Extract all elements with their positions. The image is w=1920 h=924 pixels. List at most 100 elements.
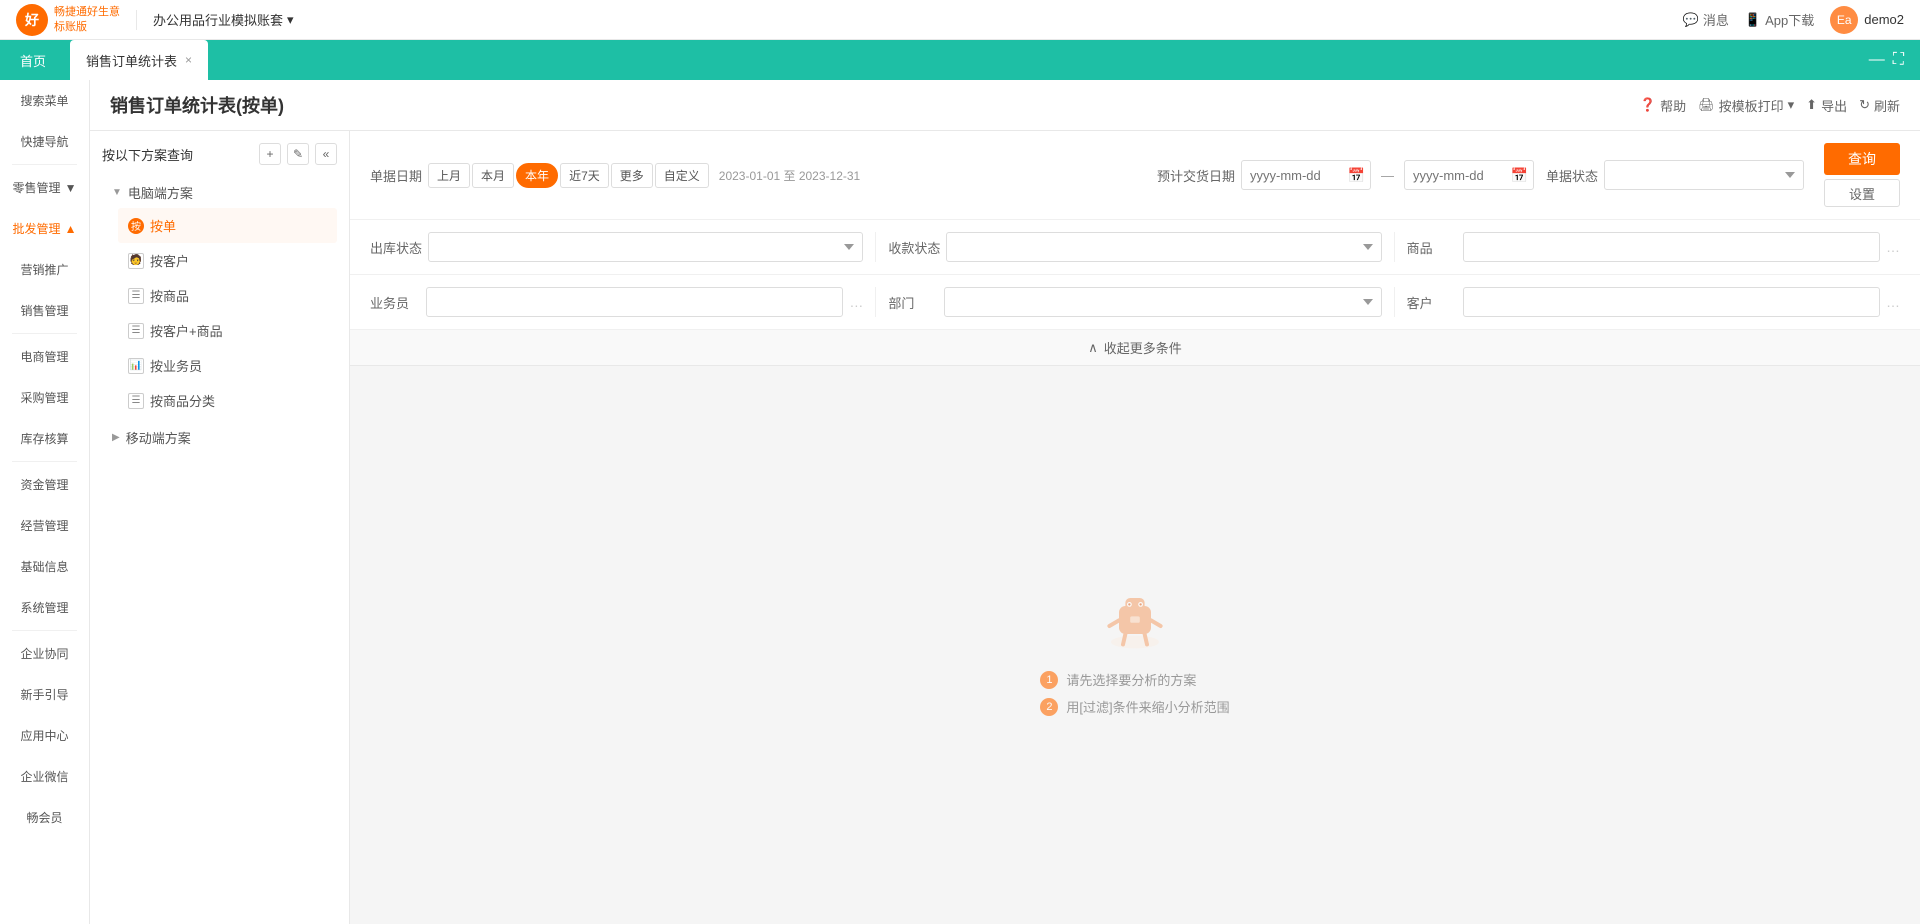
scheme-item-icon-order: 按: [128, 218, 144, 234]
tab-home[interactable]: 首页: [0, 40, 66, 80]
sidebar-item-finance[interactable]: 资金管理: [0, 464, 89, 505]
scheme-group-header-desktop[interactable]: ▼ 电脑端方案: [102, 177, 337, 208]
ship-status-select[interactable]: [428, 232, 863, 262]
sidebar-item-inventory[interactable]: 库存核算: [0, 418, 89, 459]
scheme-item-by-order[interactable]: 按 按单: [118, 208, 337, 243]
product-input[interactable]: [1463, 232, 1880, 262]
sidebar-item-enterprise[interactable]: 企业协同: [0, 633, 89, 674]
date-btn-last-7[interactable]: 近7天: [560, 163, 609, 188]
sidebar-item-system[interactable]: 系统管理: [0, 587, 89, 628]
sidebar-item-purchase[interactable]: 采购管理: [0, 377, 89, 418]
sidebar-item-retail[interactable]: 零售管理 ▼: [0, 167, 89, 208]
customer-label: 客户: [1407, 293, 1457, 312]
scheme-item-icon-product: ☰: [128, 288, 144, 304]
forecast-date-group: 预计交货日期 📅 — 📅: [1157, 160, 1534, 190]
print-dropdown-icon: ▾: [1788, 97, 1795, 113]
scheme-panel-actions: + ✎ «: [259, 143, 337, 165]
query-btn[interactable]: 查询: [1824, 143, 1900, 175]
date-input-start[interactable]: [1241, 160, 1371, 190]
scheme-group-children: 按 按单 🧑 按客户 ☰ 按商品 ☰ 按: [102, 208, 337, 418]
scheme-panel: 按以下方案查询 + ✎ «: [90, 131, 350, 924]
scheme-panel-header: 按以下方案查询 + ✎ «: [102, 143, 337, 165]
scheme-item-by-customer-product[interactable]: ☰ 按客户+商品: [118, 313, 337, 348]
content-area: 销售订单统计表(按单) ❓ 帮助 🖨 按模板打印 ▾ ⬆ 导出 ↻ 刷新: [90, 80, 1920, 924]
empty-illustration: [1095, 574, 1175, 654]
date-btn-this-year[interactable]: 本年: [516, 163, 558, 188]
sidebar-item-basic[interactable]: 基础信息: [0, 546, 89, 587]
scheme-add-btn[interactable]: +: [259, 143, 281, 165]
scheme-edit-btn[interactable]: ✎: [287, 143, 309, 165]
scheme-panel-title: 按以下方案查询: [102, 145, 193, 164]
scheme-item-by-customer[interactable]: 🧑 按客户: [118, 243, 337, 278]
sidebar-item-search-menu[interactable]: 搜索菜单: [0, 80, 89, 121]
date-sep: —: [1381, 168, 1394, 183]
sidebar-item-wholesale[interactable]: 批发管理 ▲: [0, 208, 89, 249]
date-btn-this-month[interactable]: 本月: [472, 163, 514, 188]
sidebar-item-operations[interactable]: 经营管理: [0, 505, 89, 546]
tab-close-icon[interactable]: ×: [185, 53, 192, 67]
tab-active[interactable]: 销售订单统计表 ×: [70, 40, 208, 80]
collapse-btn[interactable]: ∧ 收起更多条件: [1088, 338, 1182, 357]
sidebar-divider-4: [12, 630, 77, 631]
filter-row-3: 业务员 … 部门 客户 …: [350, 275, 1920, 330]
sidebar-item-wechat[interactable]: 企业微信: [0, 756, 89, 797]
settings-btn[interactable]: 设置: [1824, 179, 1900, 207]
sidebar-item-sales[interactable]: 销售管理: [0, 290, 89, 331]
scheme-item-by-salesperson[interactable]: 📊 按业务员: [118, 348, 337, 383]
sidebar-item-appstore[interactable]: 应用中心: [0, 715, 89, 756]
print-btn[interactable]: 🖨 按模板打印 ▾: [1698, 96, 1794, 115]
sidebar-item-newbie[interactable]: 新手引导: [0, 674, 89, 715]
message-btn[interactable]: 💬 消息: [1683, 10, 1729, 29]
empty-tips: 1 请先选择要分析的方案 2 用[过滤]条件来缩小分析范围: [1040, 670, 1229, 716]
date-input-end[interactable]: [1404, 160, 1534, 190]
salesperson-ellipsis[interactable]: …: [849, 294, 863, 310]
status-select[interactable]: [1604, 160, 1804, 190]
sidebar-item-marketing[interactable]: 营销推广: [0, 249, 89, 290]
product-col: 商品 …: [1407, 228, 1900, 266]
scheme-collapse-btn[interactable]: «: [315, 143, 337, 165]
sidebar-item-quick-nav[interactable]: 快捷导航: [0, 121, 89, 162]
scheme-item-by-product[interactable]: ☰ 按商品: [118, 278, 337, 313]
sidebar-item-ecommerce[interactable]: 电商管理: [0, 336, 89, 377]
message-icon: 💬: [1683, 12, 1699, 28]
date-input-end-wrap: 📅: [1404, 160, 1534, 190]
customer-input[interactable]: [1463, 287, 1880, 317]
pay-status-select[interactable]: [946, 232, 1381, 262]
salesperson-input[interactable]: [426, 287, 843, 317]
sidebar-item-member[interactable]: 畅会员: [0, 797, 89, 838]
department-select[interactable]: [944, 287, 1381, 317]
app-download-btn[interactable]: 📱 App下载: [1745, 10, 1814, 29]
customer-col: 客户 …: [1407, 283, 1900, 321]
dropdown-icon: ▾: [287, 12, 294, 28]
group-expand-icon: ▼: [112, 187, 122, 198]
sidebar-divider-3: [12, 461, 77, 462]
window-minimize-icon[interactable]: —: [1869, 51, 1885, 69]
refresh-btn[interactable]: ↻ 刷新: [1859, 96, 1900, 115]
scheme-item-icon-cp: ☰: [128, 323, 144, 339]
collapse-label: 收起更多条件: [1104, 338, 1182, 357]
collapse-chevron-icon: ∧: [1088, 340, 1098, 356]
content-body: 按以下方案查询 + ✎ «: [90, 131, 1920, 924]
scheme-group-header-mobile[interactable]: ▶ 移动端方案: [102, 422, 337, 453]
col-divider-4: [1394, 287, 1395, 317]
forecast-date-label: 预计交货日期: [1157, 166, 1235, 185]
scheme-item-icon-salesperson: 📊: [128, 358, 144, 374]
tabbar: 首页 销售订单统计表 × — ⛶: [0, 40, 1920, 80]
customer-ellipsis[interactable]: …: [1886, 294, 1900, 310]
date-btn-custom[interactable]: 自定义: [655, 163, 709, 188]
window-maximize-icon[interactable]: ⛶: [1893, 51, 1904, 69]
product-ellipsis[interactable]: …: [1886, 239, 1900, 255]
date-btn-last-month[interactable]: 上月: [428, 163, 470, 188]
date-btn-more[interactable]: 更多: [611, 163, 653, 188]
salesperson-label: 业务员: [370, 293, 420, 312]
collapse-bar[interactable]: ∧ 收起更多条件: [350, 330, 1920, 366]
export-btn[interactable]: ⬆ 导出: [1806, 96, 1847, 115]
tip-num-2: 2: [1040, 698, 1058, 716]
help-btn[interactable]: ❓ 帮助: [1640, 96, 1686, 115]
user-area[interactable]: Ea demo2: [1830, 6, 1904, 34]
status-label: 单据状态: [1546, 166, 1598, 185]
top-title-dropdown[interactable]: 办公用品行业模拟账套 ▾: [153, 10, 294, 29]
scheme-item-by-category[interactable]: ☰ 按商品分类: [118, 383, 337, 418]
tabbar-right: — ⛶: [1869, 51, 1920, 69]
filter-row-1: 单据日期 上月 本月 本年 近7天 更多 自定义 2023-01-01 至 20…: [350, 131, 1920, 220]
